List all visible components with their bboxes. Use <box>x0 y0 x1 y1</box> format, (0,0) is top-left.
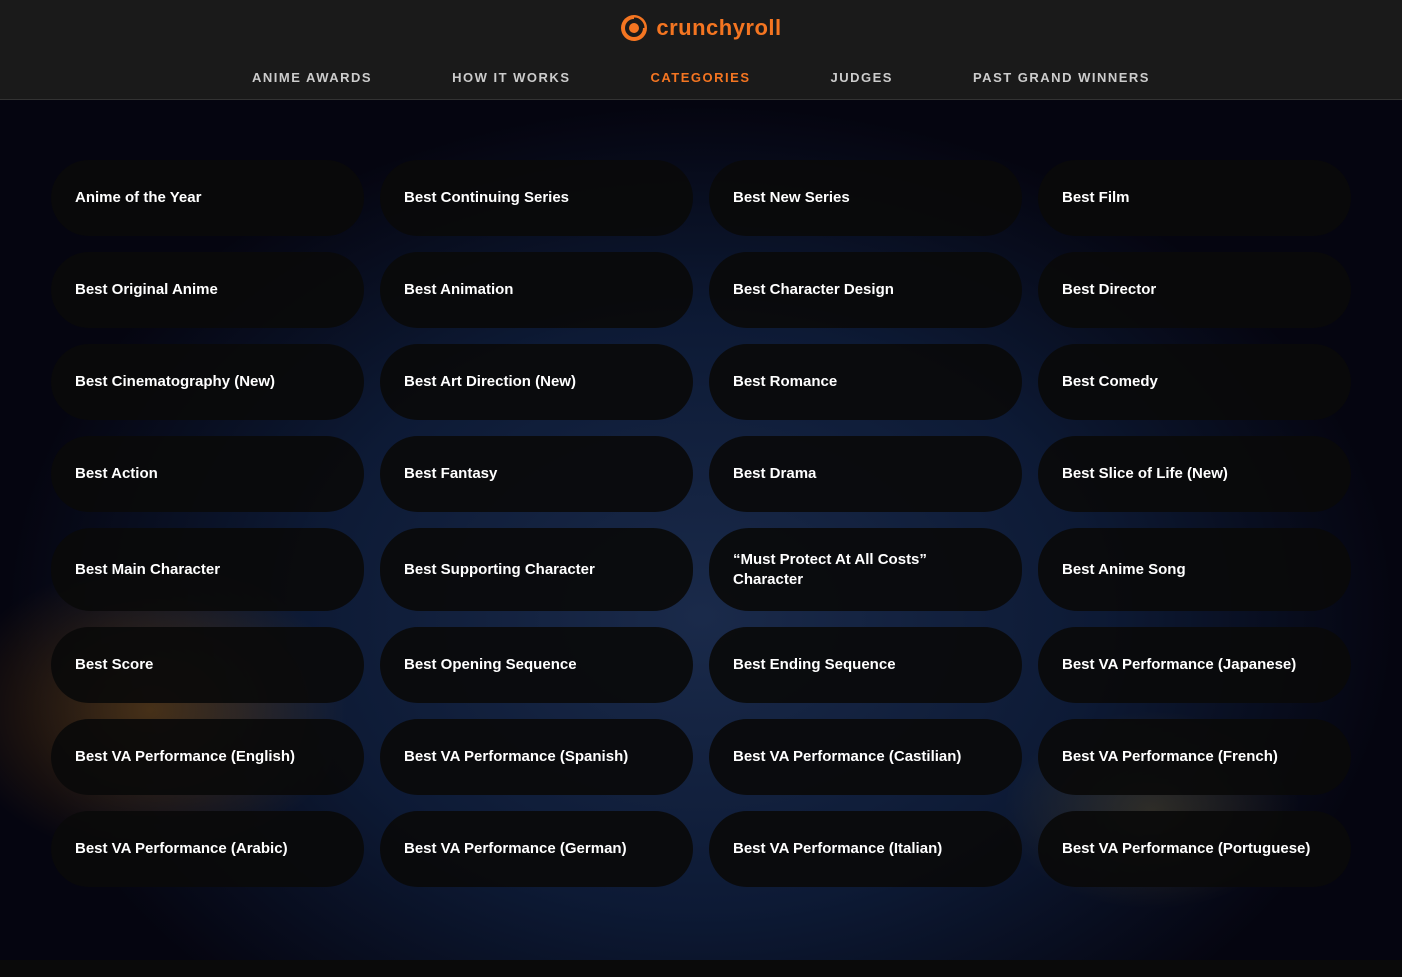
category-btn-best-anime-song[interactable]: Best Anime Song <box>1038 528 1351 611</box>
crunchyroll-logo-icon <box>620 14 648 42</box>
category-btn-best-va-performance-castilian[interactable]: Best VA Performance (Castilian) <box>709 719 1022 795</box>
category-btn-best-va-performance-portuguese[interactable]: Best VA Performance (Portuguese) <box>1038 811 1351 887</box>
category-btn-best-art-direction-new[interactable]: Best Art Direction (New) <box>380 344 693 420</box>
nav-item-how-it-works[interactable]: HOW IT WORKS <box>412 56 610 99</box>
category-btn-best-cinematography-new[interactable]: Best Cinematography (New) <box>51 344 364 420</box>
header: crunchyroll ANIME AWARDSHOW IT WORKSCATE… <box>0 0 1402 100</box>
category-btn-best-score[interactable]: Best Score <box>51 627 364 703</box>
category-btn-best-film[interactable]: Best Film <box>1038 160 1351 236</box>
category-btn-anime-of-the-year[interactable]: Anime of the Year <box>51 160 364 236</box>
main-content: Anime of the YearBest Continuing SeriesB… <box>0 100 1402 960</box>
category-btn-best-opening-sequence[interactable]: Best Opening Sequence <box>380 627 693 703</box>
category-btn-best-continuing-series[interactable]: Best Continuing Series <box>380 160 693 236</box>
category-btn-best-comedy[interactable]: Best Comedy <box>1038 344 1351 420</box>
category-btn-best-original-anime[interactable]: Best Original Anime <box>51 252 364 328</box>
logo-text: crunchyroll <box>656 15 781 41</box>
nav-item-past-grand-winners[interactable]: PAST GRAND WINNERS <box>933 56 1190 99</box>
category-btn-best-fantasy[interactable]: Best Fantasy <box>380 436 693 512</box>
category-btn-best-slice-of-life-new[interactable]: Best Slice of Life (New) <box>1038 436 1351 512</box>
category-btn-must-protect-character[interactable]: “Must Protect At All Costs” Character <box>709 528 1022 611</box>
category-btn-best-director[interactable]: Best Director <box>1038 252 1351 328</box>
category-btn-best-va-performance-english[interactable]: Best VA Performance (English) <box>51 719 364 795</box>
category-btn-best-main-character[interactable]: Best Main Character <box>51 528 364 611</box>
category-btn-best-action[interactable]: Best Action <box>51 436 364 512</box>
category-btn-best-animation[interactable]: Best Animation <box>380 252 693 328</box>
category-btn-best-va-performance-french[interactable]: Best VA Performance (French) <box>1038 719 1351 795</box>
category-btn-best-va-performance-spanish[interactable]: Best VA Performance (Spanish) <box>380 719 693 795</box>
category-btn-best-va-performance-japanese[interactable]: Best VA Performance (Japanese) <box>1038 627 1351 703</box>
category-btn-best-character-design[interactable]: Best Character Design <box>709 252 1022 328</box>
logo-area: crunchyroll <box>620 14 781 42</box>
category-btn-best-va-performance-italian[interactable]: Best VA Performance (Italian) <box>709 811 1022 887</box>
category-btn-best-supporting-character[interactable]: Best Supporting Character <box>380 528 693 611</box>
category-btn-best-romance[interactable]: Best Romance <box>709 344 1022 420</box>
nav-item-judges[interactable]: JUDGES <box>791 56 933 99</box>
categories-grid: Anime of the YearBest Continuing SeriesB… <box>51 160 1351 887</box>
category-btn-best-drama[interactable]: Best Drama <box>709 436 1022 512</box>
nav-item-categories[interactable]: CATEGORIES <box>611 56 791 99</box>
category-btn-best-new-series[interactable]: Best New Series <box>709 160 1022 236</box>
nav-item-anime-awards[interactable]: ANIME AWARDS <box>212 56 412 99</box>
category-btn-best-va-performance-arabic[interactable]: Best VA Performance (Arabic) <box>51 811 364 887</box>
category-btn-best-va-performance-german[interactable]: Best VA Performance (German) <box>380 811 693 887</box>
main-nav: ANIME AWARDSHOW IT WORKSCATEGORIESJUDGES… <box>0 56 1402 99</box>
category-btn-best-ending-sequence[interactable]: Best Ending Sequence <box>709 627 1022 703</box>
